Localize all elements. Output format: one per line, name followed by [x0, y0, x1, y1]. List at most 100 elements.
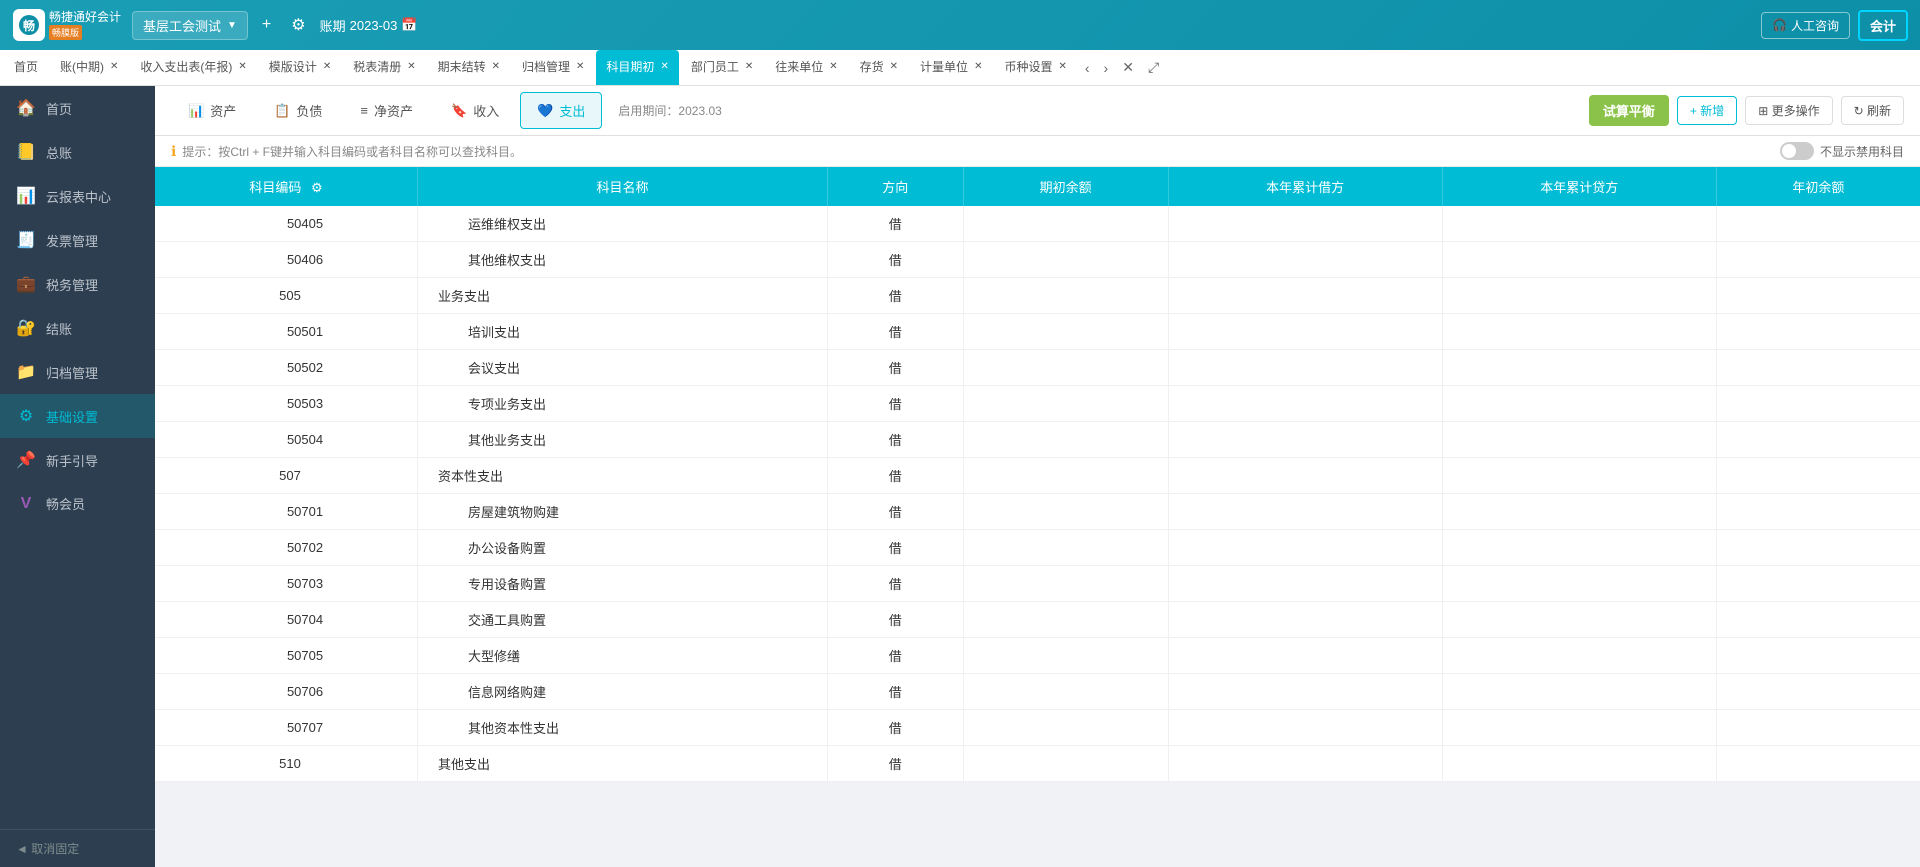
- sidebar-item-member[interactable]: V 畅会员: [0, 482, 155, 525]
- sidebar-item-tax[interactable]: 💼 税务管理: [0, 262, 155, 306]
- cell-debit: [1168, 710, 1442, 746]
- table-row[interactable]: 50701 房屋建筑物购建 借: [155, 494, 1920, 530]
- cell-name: 交通工具购置: [418, 602, 828, 638]
- tab-counterparty-close[interactable]: ✕: [829, 61, 837, 72]
- tab-inventory-close[interactable]: ✕: [890, 61, 898, 72]
- net-asset-icon: ≡: [360, 103, 368, 118]
- company-selector[interactable]: 基层工会测试 ▼: [132, 11, 248, 40]
- table-row[interactable]: 50705 大型修缮 借: [155, 638, 1920, 674]
- tab-subject-init-close[interactable]: ✕: [660, 61, 668, 72]
- sidebar-item-report[interactable]: 📊 云报表中心: [0, 174, 155, 218]
- cell-balance: [963, 710, 1168, 746]
- sub-tab-net-asset[interactable]: ≡ 净资产: [343, 92, 430, 129]
- tab-currency-close[interactable]: ✕: [1058, 61, 1066, 72]
- table-row[interactable]: 50405 运维维权支出 借: [155, 206, 1920, 242]
- sidebar-item-report-label: 云报表中心: [46, 187, 111, 206]
- tab-income[interactable]: 收入支出表(年报) ✕: [130, 50, 256, 85]
- tab-archive[interactable]: 归档管理 ✕: [512, 50, 594, 85]
- cell-code: 50702: [155, 530, 418, 566]
- tab-unit-close[interactable]: ✕: [974, 61, 982, 72]
- cell-year-balance: [1716, 206, 1920, 242]
- table-row[interactable]: 50504 其他业务支出 借: [155, 422, 1920, 458]
- cell-balance: [963, 350, 1168, 386]
- table-row[interactable]: 50502 会议支出 借: [155, 350, 1920, 386]
- calendar-icon: 📅: [401, 17, 417, 33]
- table-row[interactable]: 50706 信息网络购建 借: [155, 674, 1920, 710]
- table-row[interactable]: 505 业务支出 借: [155, 278, 1920, 314]
- tab-home[interactable]: 首页: [4, 50, 48, 85]
- cell-debit: [1168, 530, 1442, 566]
- cell-dir: 借: [827, 458, 963, 494]
- table-row[interactable]: 50503 专项业务支出 借: [155, 386, 1920, 422]
- cell-name: 资本性支出: [418, 458, 828, 494]
- settings-col-icon[interactable]: ⚙: [311, 180, 323, 195]
- table-row[interactable]: 510 其他支出 借: [155, 746, 1920, 782]
- settings-button[interactable]: ⚙: [285, 11, 311, 39]
- table-row[interactable]: 507 资本性支出 借: [155, 458, 1920, 494]
- tab-close-all[interactable]: ✕: [1116, 50, 1140, 85]
- subject-table: 科目编码 ⚙ 科目名称 方向 期初余额 本年累计借方 本年累计贷方 年初余额 5…: [155, 167, 1920, 782]
- tab-tax[interactable]: 税表清册 ✕: [343, 50, 425, 85]
- table-row[interactable]: 50406 其他维权支出 借: [155, 242, 1920, 278]
- cell-credit: [1442, 350, 1716, 386]
- home-icon: 🏠: [16, 98, 36, 118]
- tab-currency[interactable]: 币种设置 ✕: [994, 50, 1076, 85]
- tab-counterparty-label: 往来单位: [775, 58, 823, 75]
- balance-button[interactable]: 试算平衡: [1589, 95, 1669, 126]
- tab-scroll-right[interactable]: ›: [1098, 50, 1115, 85]
- tab-scroll-left[interactable]: ‹: [1079, 50, 1096, 85]
- sidebar-item-settings[interactable]: ⚙ 基础设置: [0, 394, 155, 438]
- add-company-button[interactable]: +: [256, 12, 277, 38]
- account-button[interactable]: 会计: [1858, 10, 1908, 41]
- table-row[interactable]: 50501 培训支出 借: [155, 314, 1920, 350]
- tab-subject-init[interactable]: 科目期初 ✕: [596, 50, 678, 85]
- sidebar-item-home[interactable]: 🏠 首页: [0, 86, 155, 130]
- cell-year-balance: [1716, 278, 1920, 314]
- table-row[interactable]: 50707 其他资本性支出 借: [155, 710, 1920, 746]
- tab-expand[interactable]: ⤢: [1142, 50, 1165, 85]
- cell-code: 50406: [155, 242, 418, 278]
- cell-code: 505: [155, 278, 418, 314]
- table-row[interactable]: 50703 专用设备购置 借: [155, 566, 1920, 602]
- sidebar-item-closing[interactable]: 🔐 结账: [0, 306, 155, 350]
- cell-code: 50701: [155, 494, 418, 530]
- tab-period-end-label: 期末结转: [438, 58, 486, 75]
- refresh-button[interactable]: ↻ 刷新: [1841, 96, 1904, 125]
- table-row[interactable]: 50702 办公设备购置 借: [155, 530, 1920, 566]
- tab-tax-close[interactable]: ✕: [407, 61, 415, 72]
- cell-name: 培训支出: [418, 314, 828, 350]
- disable-subject-toggle[interactable]: [1780, 142, 1814, 160]
- tab-inventory[interactable]: 存货 ✕: [850, 50, 908, 85]
- tab-period-end[interactable]: 期末结转 ✕: [428, 50, 510, 85]
- sidebar-collapse-btn[interactable]: ◄ 取消固定: [0, 829, 155, 867]
- cell-name: 运维维权支出: [418, 206, 828, 242]
- add-button[interactable]: + 新增: [1677, 96, 1737, 125]
- cell-year-balance: [1716, 638, 1920, 674]
- tab-template-close[interactable]: ✕: [323, 61, 331, 72]
- sub-tab-income[interactable]: 🔖 收入: [434, 92, 516, 129]
- tab-home-label: 首页: [14, 58, 38, 75]
- tab-period[interactable]: 账(中期) ✕: [50, 50, 128, 85]
- tab-department[interactable]: 部门员工 ✕: [681, 50, 763, 85]
- tab-archive-close[interactable]: ✕: [576, 61, 584, 72]
- table-row[interactable]: 50704 交通工具购置 借: [155, 602, 1920, 638]
- ai-consult-button[interactable]: 🎧 人工咨询: [1761, 12, 1850, 39]
- sidebar-item-archive[interactable]: 📁 归档管理: [0, 350, 155, 394]
- main-layout: 🏠 首页 📒 总账 📊 云报表中心 🧾 发票管理 💼 税务管理 🔐 结账 📁 归…: [0, 86, 1920, 867]
- sub-tab-asset[interactable]: 📊 资产: [171, 92, 253, 129]
- tab-period-close[interactable]: ✕: [110, 61, 118, 72]
- tab-income-close[interactable]: ✕: [238, 61, 246, 72]
- tab-period-end-close[interactable]: ✕: [492, 61, 500, 72]
- sub-tab-liability[interactable]: 📋 负债: [257, 92, 339, 129]
- more-button[interactable]: ⊞ 更多操作: [1745, 96, 1832, 125]
- sidebar-item-invoice[interactable]: 🧾 发票管理: [0, 218, 155, 262]
- tab-counterparty[interactable]: 往来单位 ✕: [765, 50, 847, 85]
- sidebar-item-ledger[interactable]: 📒 总账: [0, 130, 155, 174]
- tab-department-close[interactable]: ✕: [745, 61, 753, 72]
- sidebar-item-guide[interactable]: 📌 新手引导: [0, 438, 155, 482]
- cell-year-balance: [1716, 350, 1920, 386]
- tab-unit[interactable]: 计量单位 ✕: [910, 50, 992, 85]
- table-wrapper[interactable]: 科目编码 ⚙ 科目名称 方向 期初余额 本年累计借方 本年累计贷方 年初余额 5…: [155, 167, 1920, 867]
- tab-template[interactable]: 模版设计 ✕: [259, 50, 341, 85]
- sub-tab-expenditure[interactable]: 💙 支出: [520, 92, 602, 129]
